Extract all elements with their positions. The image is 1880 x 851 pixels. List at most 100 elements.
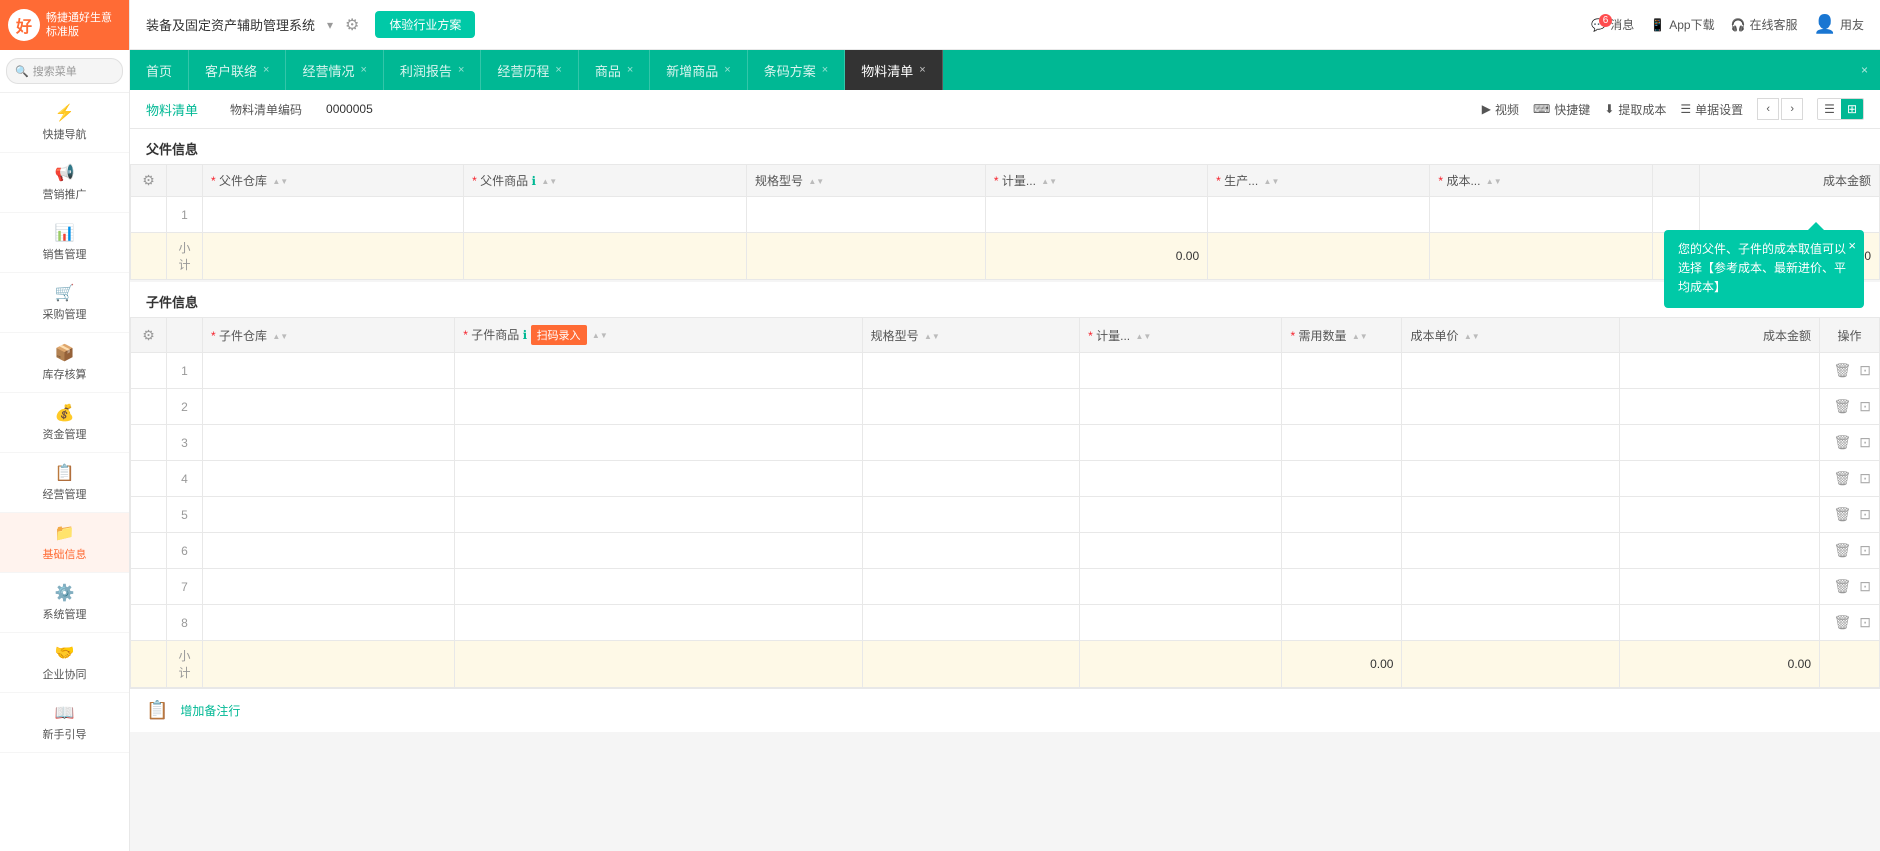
- child-row1-unit-cost[interactable]: [1402, 353, 1620, 389]
- child-row8-warehouse[interactable]: [203, 605, 455, 641]
- child-row1-unit[interactable]: [1080, 353, 1282, 389]
- child-row7-qty[interactable]: [1282, 569, 1402, 605]
- child-row6-spec[interactable]: [862, 533, 1079, 569]
- child-row4-total[interactable]: [1620, 461, 1820, 497]
- delete-row6-button[interactable]: 🗑: [1833, 542, 1851, 559]
- app-download-button[interactable]: 📱 App下载: [1650, 16, 1714, 33]
- child-row4-spec[interactable]: [862, 461, 1079, 497]
- child-row2-unit[interactable]: [1080, 389, 1282, 425]
- close-tab-profit[interactable]: ×: [458, 64, 464, 76]
- close-tab-ops[interactable]: ×: [360, 64, 366, 76]
- child-row2-warehouse[interactable]: [203, 389, 455, 425]
- delete-row4-button[interactable]: 🗑: [1833, 470, 1851, 487]
- child-row5-unit[interactable]: [1080, 497, 1282, 533]
- child-row8-total[interactable]: [1620, 605, 1820, 641]
- child-row2-goods[interactable]: [455, 389, 862, 425]
- close-tab-history[interactable]: ×: [555, 64, 561, 76]
- sidebar-item-operations[interactable]: 📋 经营管理: [0, 453, 129, 513]
- extract-cost-button[interactable]: ⬇ 提取成本: [1604, 101, 1666, 118]
- child-row8-goods[interactable]: [455, 605, 862, 641]
- tab-goods[interactable]: 商品 ×: [579, 50, 650, 90]
- search-menu-button[interactable]: 🔍 搜索菜单: [6, 58, 123, 84]
- child-row3-warehouse[interactable]: [203, 425, 455, 461]
- child-row5-spec[interactable]: [862, 497, 1079, 533]
- sidebar-item-inventory[interactable]: 📦 库存核算: [0, 333, 129, 393]
- sidebar-item-shortcut[interactable]: ⚡ 快捷导航: [0, 93, 129, 153]
- tab-barcode[interactable]: 条码方案 ×: [748, 50, 845, 90]
- delete-row2-button[interactable]: 🗑: [1833, 398, 1851, 415]
- copy-row5-button[interactable]: ⊡: [1859, 506, 1871, 523]
- sidebar-item-guide[interactable]: 📖 新手引导: [0, 693, 129, 753]
- child-row4-goods[interactable]: [455, 461, 862, 497]
- child-row8-qty[interactable]: [1282, 605, 1402, 641]
- tooltip-close-button[interactable]: ×: [1848, 236, 1856, 257]
- child-row1-qty[interactable]: [1282, 353, 1402, 389]
- child-row4-qty[interactable]: [1282, 461, 1402, 497]
- child-row6-unit-cost[interactable]: [1402, 533, 1620, 569]
- parent-row1-unit[interactable]: [985, 197, 1207, 233]
- child-row4-unit[interactable]: [1080, 461, 1282, 497]
- child-row5-warehouse[interactable]: [203, 497, 455, 533]
- copy-row6-button[interactable]: ⊡: [1859, 542, 1871, 559]
- child-row5-unit-cost[interactable]: [1402, 497, 1620, 533]
- add-note-icon[interactable]: 📋: [146, 700, 168, 721]
- copy-row3-button[interactable]: ⊡: [1859, 434, 1871, 451]
- tab-profit[interactable]: 利润报告 ×: [384, 50, 481, 90]
- tab-operations-status[interactable]: 经营情况 ×: [286, 50, 383, 90]
- child-row6-goods[interactable]: [455, 533, 862, 569]
- child-row2-unit-cost[interactable]: [1402, 389, 1620, 425]
- tab-home[interactable]: 首页: [130, 50, 189, 90]
- child-row8-unit[interactable]: [1080, 605, 1282, 641]
- grid-view-button[interactable]: ⊞: [1841, 99, 1863, 119]
- copy-row1-button[interactable]: ⊡: [1859, 362, 1871, 379]
- scan-input-button[interactable]: 扫码录入: [531, 325, 587, 345]
- child-row6-unit[interactable]: [1080, 533, 1282, 569]
- parent-row1-cost[interactable]: [1430, 197, 1652, 233]
- tab-customer[interactable]: 客户联络 ×: [189, 50, 286, 90]
- child-row7-unit-cost[interactable]: [1402, 569, 1620, 605]
- user-menu[interactable]: 👤 用友: [1814, 14, 1864, 35]
- child-row8-spec[interactable]: [862, 605, 1079, 641]
- settings-icon[interactable]: ⚙: [345, 15, 359, 35]
- close-tab-customer[interactable]: ×: [263, 64, 269, 76]
- close-tab-bom[interactable]: ×: [919, 64, 925, 76]
- child-row4-warehouse[interactable]: [203, 461, 455, 497]
- child-row2-qty[interactable]: [1282, 389, 1402, 425]
- child-row6-warehouse[interactable]: [203, 533, 455, 569]
- close-tab-barcode[interactable]: ×: [822, 64, 828, 76]
- single-settings-button[interactable]: ☰ 单据设置: [1680, 101, 1743, 118]
- child-row1-warehouse[interactable]: [203, 353, 455, 389]
- child-row6-total[interactable]: [1620, 533, 1820, 569]
- delete-row8-button[interactable]: 🗑: [1833, 614, 1851, 631]
- child-row7-spec[interactable]: [862, 569, 1079, 605]
- child-settings-icon[interactable]: ⚙: [142, 327, 155, 343]
- message-button[interactable]: 💬 6 消息: [1591, 16, 1634, 33]
- online-service-button[interactable]: 🎧 在线客服: [1731, 16, 1798, 33]
- prev-record-button[interactable]: ‹: [1757, 98, 1779, 120]
- copy-row2-button[interactable]: ⊡: [1859, 398, 1871, 415]
- sidebar-item-marketing[interactable]: 📢 营销推广: [0, 153, 129, 213]
- child-row6-qty[interactable]: [1282, 533, 1402, 569]
- child-row1-goods[interactable]: [455, 353, 862, 389]
- close-all-tabs[interactable]: ×: [1849, 63, 1880, 77]
- child-row2-spec[interactable]: [862, 389, 1079, 425]
- delete-row7-button[interactable]: 🗑: [1833, 578, 1851, 595]
- dropdown-arrow-icon[interactable]: ▾: [327, 18, 333, 32]
- copy-row4-button[interactable]: ⊡: [1859, 470, 1871, 487]
- child-row7-warehouse[interactable]: [203, 569, 455, 605]
- parent-row1-total[interactable]: [1699, 197, 1879, 233]
- shortcut-button[interactable]: ⌨ 快捷键: [1533, 101, 1590, 118]
- tab-bom[interactable]: 物料清单 ×: [845, 50, 942, 90]
- child-row5-total[interactable]: [1620, 497, 1820, 533]
- parent-row1-warehouse[interactable]: [203, 197, 464, 233]
- delete-row5-button[interactable]: 🗑: [1833, 506, 1851, 523]
- close-tab-goods[interactable]: ×: [627, 64, 633, 76]
- child-row2-total[interactable]: [1620, 389, 1820, 425]
- parent-row1-spec[interactable]: [747, 197, 986, 233]
- child-row3-unit-cost[interactable]: [1402, 425, 1620, 461]
- next-record-button[interactable]: ›: [1781, 98, 1803, 120]
- child-row3-spec[interactable]: [862, 425, 1079, 461]
- child-row7-goods[interactable]: [455, 569, 862, 605]
- child-row4-unit-cost[interactable]: [1402, 461, 1620, 497]
- child-row1-total[interactable]: [1620, 353, 1820, 389]
